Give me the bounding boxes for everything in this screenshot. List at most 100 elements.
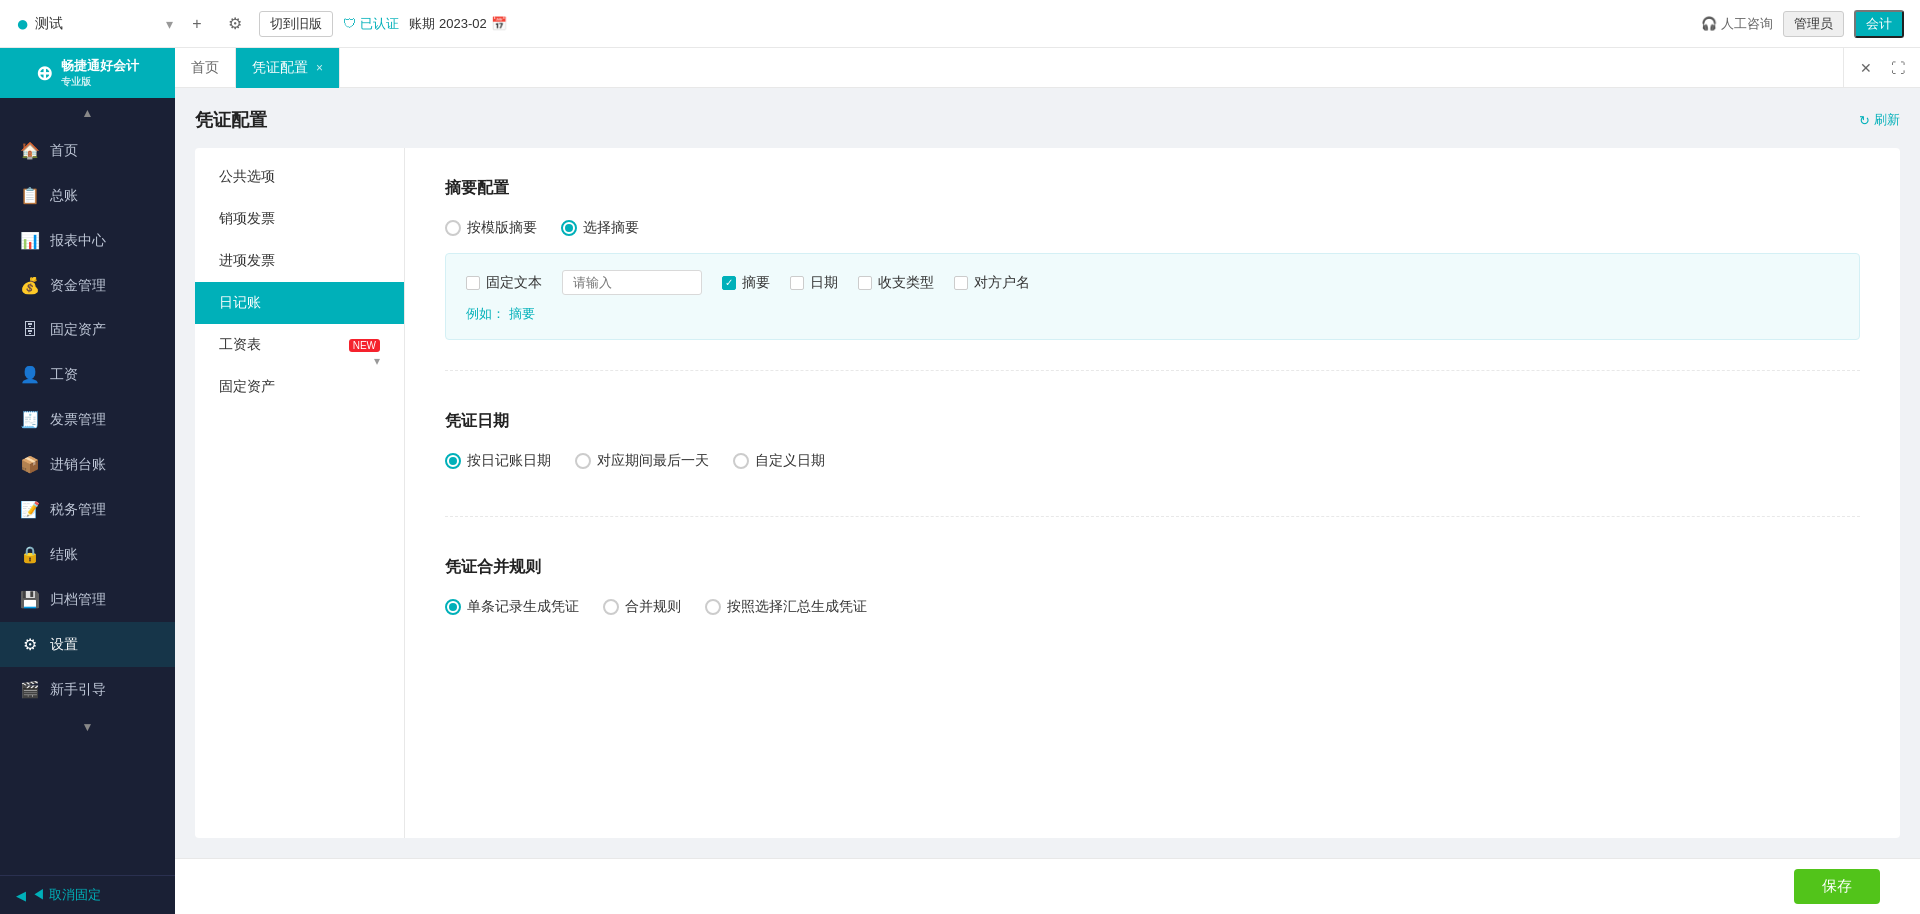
config-nav-journal[interactable]: 日记账 xyxy=(195,282,404,324)
page-content: 凭证配置 ↻ 刷新 公共选项 销项发票 进项发票 日记账 工资表 NEW xyxy=(175,88,1920,858)
template-radio-circle xyxy=(445,220,461,236)
sidebar-logo: ⊕ 畅捷通好会计 专业版 xyxy=(0,48,175,98)
admin-button[interactable]: 管理员 xyxy=(1783,11,1844,37)
fixed-text-input[interactable] xyxy=(562,270,702,295)
role-button[interactable]: 会计 xyxy=(1854,10,1904,38)
config-main: 摘要配置 按模版摘要 选择摘要 xyxy=(405,148,1900,838)
consult-button[interactable]: 🎧 人工咨询 xyxy=(1701,15,1773,33)
abstract-example: 例如： 摘要 xyxy=(466,305,1839,323)
tab-bar-actions: ✕ ⛶ xyxy=(1843,48,1920,88)
sidebar-item-ledger[interactable]: 📋 总账 xyxy=(0,173,175,218)
pay-type-checkbox[interactable]: 收支类型 xyxy=(858,274,934,292)
fund-icon: 💰 xyxy=(20,276,40,295)
period-display: 账期 2023-02 📅 xyxy=(409,15,507,33)
abstract-template-radio[interactable]: 按模版摘要 xyxy=(445,219,537,237)
single-record-radio[interactable]: 单条记录生成凭证 xyxy=(445,598,579,616)
settings-icon-btn[interactable]: ⚙ xyxy=(221,10,249,38)
sidebar-item-settings[interactable]: ⚙ 设置 xyxy=(0,622,175,667)
sidebar-item-close[interactable]: 🔒 结账 xyxy=(0,532,175,577)
tab-config[interactable]: 凭证配置 × xyxy=(236,48,340,88)
fixed-text-checkbox[interactable]: 固定文本 xyxy=(466,274,542,292)
period-last-radio-circle xyxy=(575,453,591,469)
date-section-title: 凭证日期 xyxy=(445,411,1860,432)
sidebar-item-report[interactable]: 📊 报表中心 xyxy=(0,218,175,263)
sidebar-item-archive[interactable]: 💾 归档管理 xyxy=(0,577,175,622)
custom-date-radio-circle xyxy=(733,453,749,469)
sidebar-item-guide[interactable]: 🎬 新手引导 xyxy=(0,667,175,712)
sidebar-item-tax[interactable]: 📝 税务管理 xyxy=(0,487,175,532)
expand-icon[interactable]: ▾ xyxy=(374,354,380,368)
config-nav-purchase-inv[interactable]: 进项发票 xyxy=(195,240,404,282)
invoice-icon: 🧾 xyxy=(20,410,40,429)
switch-version-button[interactable]: 切到旧版 xyxy=(259,11,333,37)
save-bar: 保存 xyxy=(175,858,1920,914)
cancel-fixed-btn[interactable]: ◀ ◀ 取消固定 xyxy=(0,875,175,914)
counter-name-checkbox[interactable]: 对方户名 xyxy=(954,274,1030,292)
close-tab-button[interactable]: ✕ xyxy=(1852,54,1880,82)
save-button[interactable]: 保存 xyxy=(1794,869,1880,904)
sidebar-item-invoice[interactable]: 🧾 发票管理 xyxy=(0,397,175,442)
sidebar-item-purchase[interactable]: 📦 进销台账 xyxy=(0,442,175,487)
abstract-radio-group: 按模版摘要 选择摘要 xyxy=(445,219,1860,237)
refresh-button[interactable]: ↻ 刷新 xyxy=(1859,111,1900,129)
config-nav-public[interactable]: 公共选项 xyxy=(195,156,404,198)
config-nav: 公共选项 销项发票 进项发票 日记账 工资表 NEW ▾ 固定资产 xyxy=(195,148,405,838)
counter-name-checkbox-box xyxy=(954,276,968,290)
abstract-section: 摘要配置 按模版摘要 选择摘要 xyxy=(445,178,1860,371)
company-dropdown-icon[interactable]: ▾ xyxy=(166,16,173,32)
tab-home[interactable]: 首页 xyxy=(175,48,236,88)
merge-rule-radio[interactable]: 合并规则 xyxy=(603,598,681,616)
select-merge-radio[interactable]: 按照选择汇总生成凭证 xyxy=(705,598,867,616)
abstract-checkbox[interactable]: ✓ 摘要 xyxy=(722,274,770,292)
shield-icon: 🛡 xyxy=(343,16,356,31)
pay-type-checkbox-box xyxy=(858,276,872,290)
journal-date-radio[interactable]: 按日记账日期 xyxy=(445,452,551,470)
scroll-down-btn[interactable]: ▼ xyxy=(0,712,175,742)
sidebar-item-home[interactable]: 🏠 首页 xyxy=(0,128,175,173)
close-account-icon: 🔒 xyxy=(20,545,40,564)
abstract-select-radio[interactable]: 选择摘要 xyxy=(561,219,639,237)
abstract-checkbox-box: ✓ xyxy=(722,276,736,290)
date-radio-group: 按日记账日期 对应期间最后一天 自定义日期 xyxy=(445,452,1860,470)
company-selector[interactable]: ● 测试 xyxy=(16,11,156,37)
asset-icon: 🗄 xyxy=(20,321,40,339)
fullscreen-button[interactable]: ⛶ xyxy=(1884,54,1912,82)
merge-rule-radio-circle xyxy=(603,599,619,615)
config-nav-sales[interactable]: 销项发票 xyxy=(195,198,404,240)
page-title: 凭证配置 xyxy=(195,108,267,132)
custom-date-radio[interactable]: 自定义日期 xyxy=(733,452,825,470)
merge-section: 凭证合并规则 单条记录生成凭证 合并规则 xyxy=(445,557,1860,662)
ledger-icon: 📋 xyxy=(20,186,40,205)
report-icon: 📊 xyxy=(20,231,40,250)
add-button[interactable]: + xyxy=(183,10,211,38)
abstract-options-row: 固定文本 ✓ 摘要 日期 xyxy=(466,270,1839,295)
sidebar-item-wage[interactable]: 👤 工资 xyxy=(0,352,175,397)
date-checkbox-box xyxy=(790,276,804,290)
purchase-icon: 📦 xyxy=(20,455,40,474)
config-nav-salary[interactable]: 工资表 NEW ▾ xyxy=(195,324,404,366)
sidebar-item-asset[interactable]: 🗄 固定资产 xyxy=(0,308,175,352)
tab-bar: 首页 凭证配置 × ✕ ⛶ xyxy=(175,48,1920,88)
headset-icon: 🎧 xyxy=(1701,16,1717,31)
guide-icon: 🎬 xyxy=(20,680,40,699)
period-last-radio[interactable]: 对应期间最后一天 xyxy=(575,452,709,470)
scroll-up-btn[interactable]: ▲ xyxy=(0,98,175,128)
sidebar-item-fund[interactable]: 💰 资金管理 xyxy=(0,263,175,308)
date-checkbox[interactable]: 日期 xyxy=(790,274,838,292)
config-nav-fixed-asset[interactable]: 固定资产 xyxy=(195,366,404,408)
calendar-icon[interactable]: 📅 xyxy=(491,16,507,31)
company-name: 测试 xyxy=(35,15,63,33)
wage-icon: 👤 xyxy=(20,365,40,384)
abstract-options-box: 固定文本 ✓ 摘要 日期 xyxy=(445,253,1860,340)
sidebar: ⊕ 畅捷通好会计 专业版 ▲ 🏠 首页 📋 总账 📊 报表中心 💰 资 xyxy=(0,48,175,914)
settings-icon: ⚙ xyxy=(20,635,40,654)
merge-radio-group: 单条记录生成凭证 合并规则 按照选择汇总生成凭证 xyxy=(445,598,1860,616)
page-header: 凭证配置 ↻ 刷新 xyxy=(195,108,1900,132)
new-badge: NEW xyxy=(349,339,380,352)
fixed-text-checkbox-box xyxy=(466,276,480,290)
tab-close-icon[interactable]: × xyxy=(316,61,323,75)
refresh-icon: ↻ xyxy=(1859,113,1870,128)
date-section: 凭证日期 按日记账日期 对应期间最后一天 xyxy=(445,411,1860,517)
archive-icon: 💾 xyxy=(20,590,40,609)
content-area: 首页 凭证配置 × ✕ ⛶ 凭证配置 ↻ 刷新 公共选项 xyxy=(175,48,1920,914)
